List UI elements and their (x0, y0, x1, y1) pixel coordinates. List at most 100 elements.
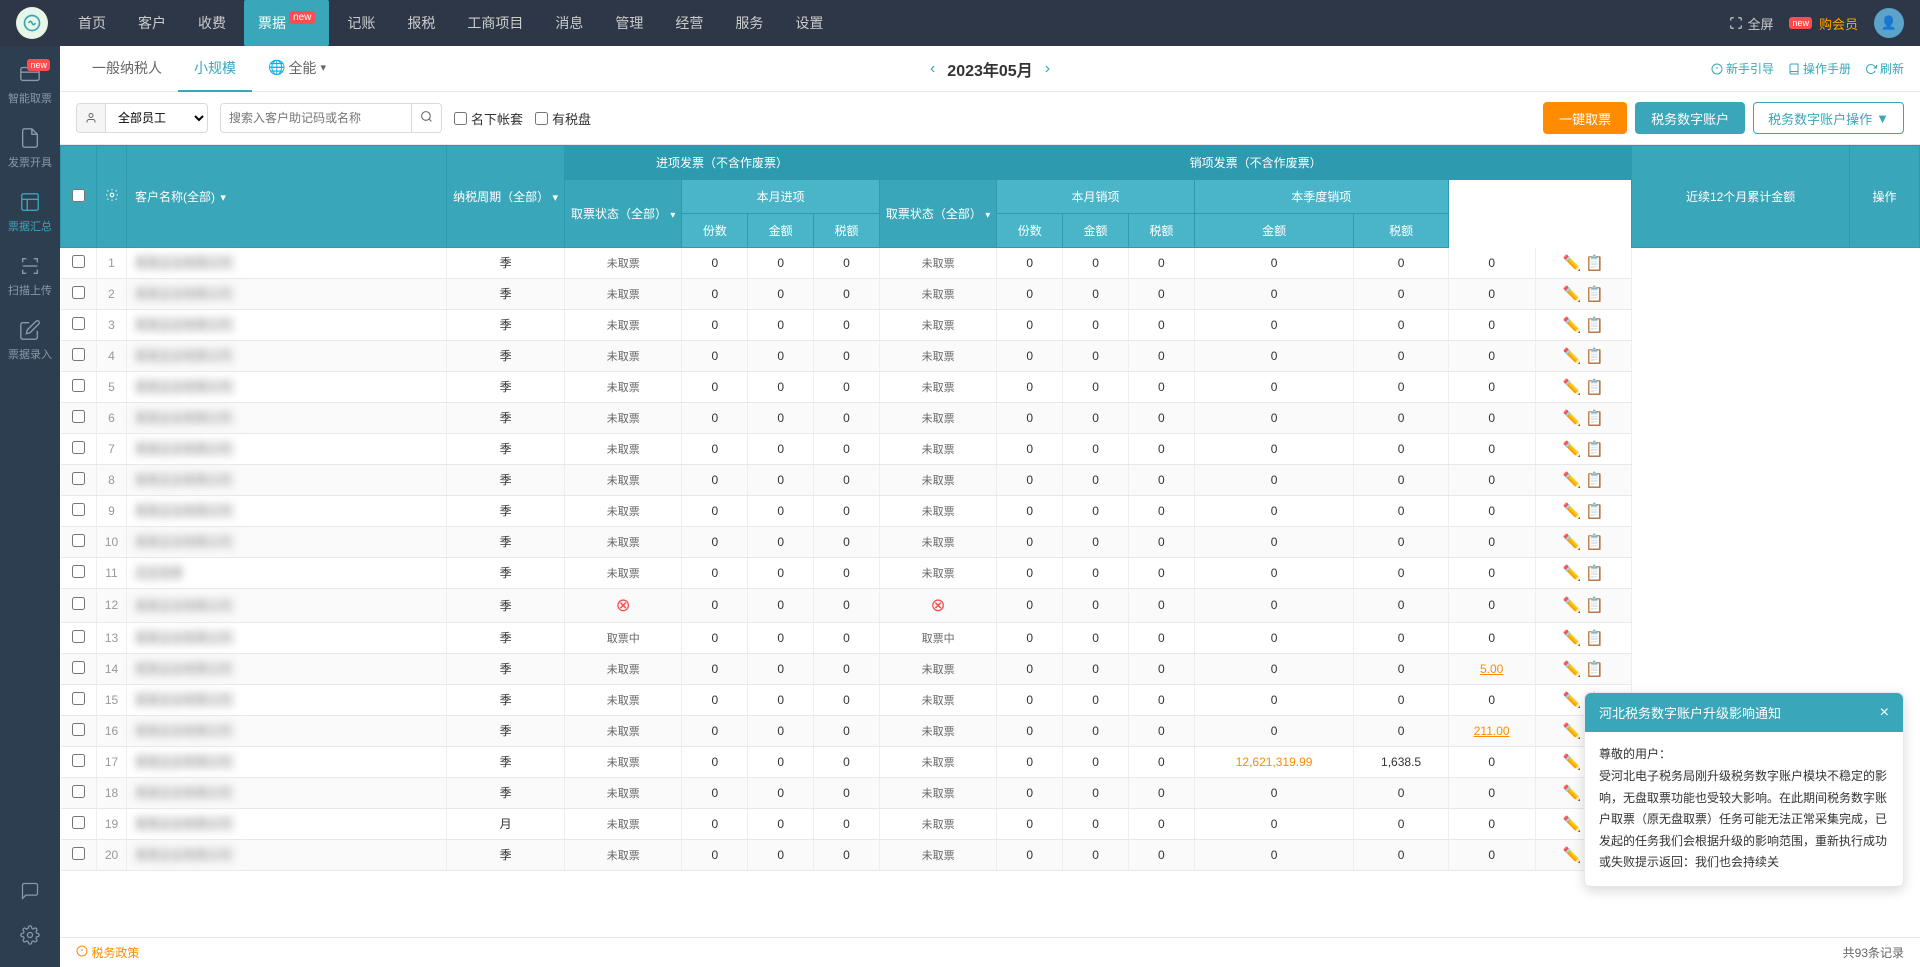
app-logo[interactable] (16, 7, 48, 39)
sidebar-item-invoice-entry[interactable]: 票据录入 (4, 310, 56, 370)
taxbox-checkbox-label[interactable]: 有税盘 (535, 109, 591, 128)
sidebar-item-invoice-open[interactable]: 发票开具 (4, 118, 56, 178)
th-tax-period[interactable]: 纳税周期（全部） ▾ (447, 146, 565, 248)
edit-btn[interactable]: ✏️ (1563, 596, 1582, 614)
copy-btn[interactable]: 📋 (1585, 629, 1604, 647)
nav-service[interactable]: 服务 (721, 0, 777, 46)
copy-btn[interactable]: 📋 (1585, 596, 1604, 614)
member-btn[interactable]: new 购会员 (1789, 14, 1858, 33)
edit-btn[interactable]: ✏️ (1563, 347, 1582, 365)
row-checkbox[interactable] (72, 286, 85, 299)
row-checkbox[interactable] (72, 754, 85, 767)
row-checkbox[interactable] (72, 816, 85, 829)
copy-btn[interactable]: 📋 (1585, 502, 1604, 520)
search-button[interactable] (411, 104, 441, 132)
refresh-btn[interactable]: 刷新 (1865, 60, 1904, 77)
row-checkbox[interactable] (72, 317, 85, 330)
next-month-btn[interactable]: › (1045, 60, 1050, 78)
row-checkbox[interactable] (72, 441, 85, 454)
copy-btn[interactable]: 📋 (1585, 471, 1604, 489)
row-checkbox[interactable] (72, 379, 85, 392)
row-checkbox[interactable] (72, 692, 85, 705)
row-checkbox[interactable] (72, 565, 85, 578)
nav-customer[interactable]: 客户 (124, 0, 180, 46)
search-input[interactable] (221, 104, 411, 132)
edit-btn[interactable]: ✏️ (1563, 564, 1582, 582)
th-output-status[interactable]: 取票状态（全部） ▾ (879, 180, 996, 248)
copy-btn[interactable]: 📋 (1585, 564, 1604, 582)
new-guide-btn[interactable]: 新手引导 (1711, 60, 1774, 77)
copy-btn[interactable]: 📋 (1585, 533, 1604, 551)
row-checkbox[interactable] (72, 503, 85, 516)
row-checkbox[interactable] (72, 348, 85, 361)
copy-btn[interactable]: 📋 (1585, 660, 1604, 678)
edit-btn[interactable]: ✏️ (1563, 629, 1582, 647)
edit-btn[interactable]: ✏️ (1563, 691, 1582, 709)
edit-btn[interactable]: ✏️ (1563, 753, 1582, 771)
copy-btn[interactable]: 📋 (1585, 347, 1604, 365)
edit-btn[interactable]: ✏️ (1563, 316, 1582, 334)
nav-business[interactable]: 工商项目 (453, 0, 537, 46)
nav-tax[interactable]: 报税 (393, 0, 449, 46)
employee-select[interactable]: 全部员工 (76, 103, 208, 133)
edit-btn[interactable]: ✏️ (1563, 471, 1582, 489)
edit-btn[interactable]: ✏️ (1563, 378, 1582, 396)
employee-dropdown[interactable]: 全部员工 (106, 104, 207, 132)
sidebar-item-config[interactable] (4, 915, 56, 955)
row-checkbox[interactable] (72, 847, 85, 860)
row-checkbox[interactable] (72, 472, 85, 485)
copy-btn[interactable]: 📋 (1585, 440, 1604, 458)
row-checkbox[interactable] (72, 534, 85, 547)
nav-home[interactable]: 首页 (64, 0, 120, 46)
edit-btn[interactable]: ✏️ (1563, 722, 1582, 740)
nav-management[interactable]: 管理 (601, 0, 657, 46)
manual-btn[interactable]: 操作手册 (1788, 60, 1851, 77)
copy-btn[interactable]: 📋 (1585, 378, 1604, 396)
edit-btn[interactable]: ✏️ (1563, 502, 1582, 520)
edit-btn[interactable]: ✏️ (1563, 254, 1582, 272)
prev-month-btn[interactable]: ‹ (930, 60, 935, 78)
nav-operations[interactable]: 经营 (661, 0, 717, 46)
th-input-status[interactable]: 取票状态（全部） ▾ (565, 180, 682, 248)
row-checkbox[interactable] (72, 661, 85, 674)
copy-btn[interactable]: 📋 (1585, 316, 1604, 334)
one-click-ticket-btn[interactable]: 一键取票 (1543, 102, 1627, 134)
copy-btn[interactable]: 📋 (1585, 285, 1604, 303)
row-checkbox[interactable] (72, 410, 85, 423)
row-checkbox[interactable] (72, 255, 85, 268)
tab-small-scale[interactable]: 小规模 (178, 46, 252, 92)
nav-settings[interactable]: 设置 (781, 0, 837, 46)
edit-btn[interactable]: ✏️ (1563, 784, 1582, 802)
edit-btn[interactable]: ✏️ (1563, 533, 1582, 551)
sidebar-item-scan-upload[interactable]: 扫描上传 (4, 246, 56, 306)
th-customer[interactable]: 客户名称(全部) ▾ (127, 146, 447, 248)
nav-billing[interactable]: 收费 (184, 0, 240, 46)
user-avatar[interactable]: 👤 (1874, 8, 1904, 38)
tax-digital-account-btn[interactable]: 税务数字账户 (1635, 102, 1745, 134)
sidebar-item-invoice-summary[interactable]: 票据汇总 (4, 182, 56, 242)
notification-close-btn[interactable]: × (1880, 704, 1889, 722)
nav-ticket[interactable]: 票据 new (244, 0, 329, 46)
row-checkbox[interactable] (72, 723, 85, 736)
edit-btn[interactable]: ✏️ (1563, 846, 1582, 864)
edit-btn[interactable]: ✏️ (1563, 660, 1582, 678)
row-checkbox[interactable] (72, 785, 85, 798)
edit-btn[interactable]: ✏️ (1563, 285, 1582, 303)
edit-btn[interactable]: ✏️ (1563, 815, 1582, 833)
sub-ledger-checkbox[interactable] (454, 112, 467, 125)
copy-btn[interactable]: 📋 (1585, 254, 1604, 272)
edit-btn[interactable]: ✏️ (1563, 409, 1582, 427)
tax-policy-link[interactable]: 税务政策 (76, 944, 139, 961)
nav-message[interactable]: 消息 (541, 0, 597, 46)
tab-general-taxpayer[interactable]: 一般纳税人 (76, 46, 178, 92)
tax-digital-ops-btn[interactable]: 税务数字账户操作 ▼ (1753, 102, 1904, 134)
fullscreen-btn[interactable]: 全屏 (1729, 14, 1773, 33)
sidebar-item-smart-ticket[interactable]: new 智能取票 (4, 54, 56, 114)
nav-accounting[interactable]: 记账 (333, 0, 389, 46)
row-checkbox[interactable] (72, 630, 85, 643)
edit-btn[interactable]: ✏️ (1563, 440, 1582, 458)
select-all-checkbox[interactable] (72, 189, 85, 202)
sidebar-item-message[interactable] (4, 871, 56, 911)
sub-ledger-checkbox-label[interactable]: 名下帐套 (454, 109, 523, 128)
taxbox-checkbox[interactable] (535, 112, 548, 125)
